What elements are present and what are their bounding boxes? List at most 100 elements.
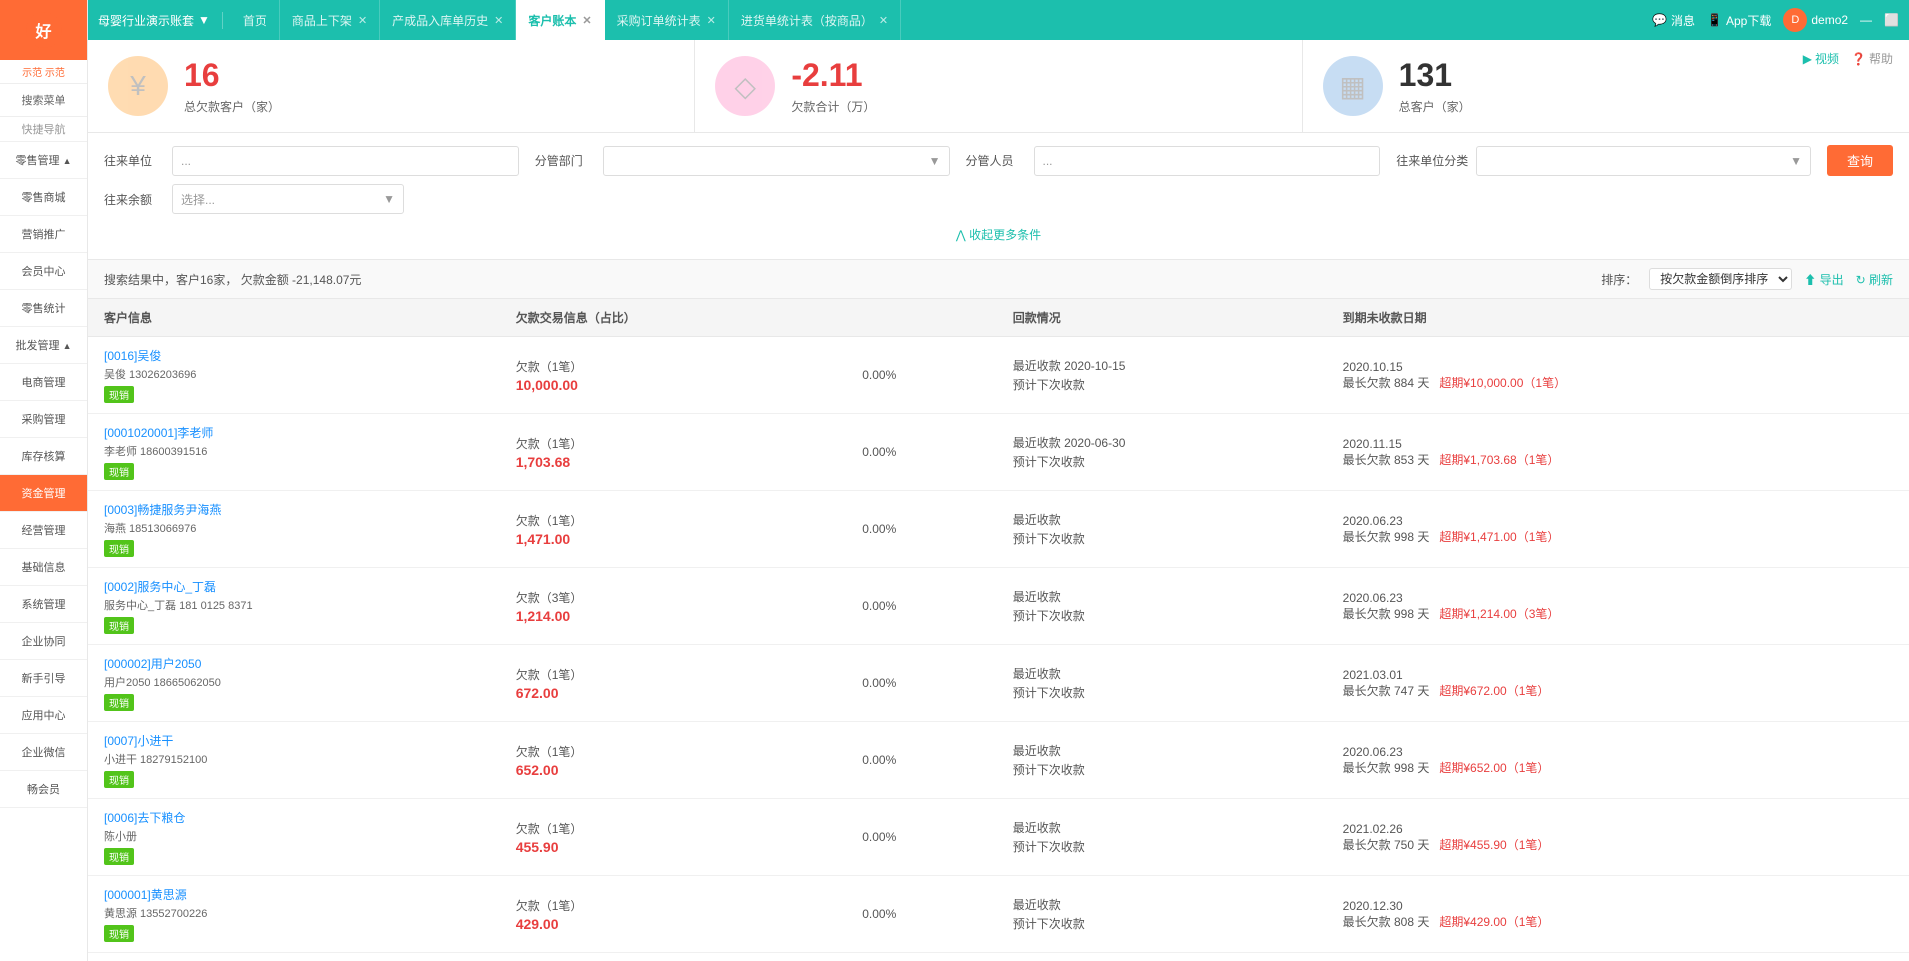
window-minimize[interactable]: —	[1860, 13, 1872, 27]
filter-unit-category-input[interactable]: ▼	[1476, 146, 1811, 176]
customer-name-6[interactable]: [0006]去下粮仓	[104, 809, 484, 826]
debt-amount-3[interactable]: 1,214.00	[516, 608, 831, 624]
customer-name-1[interactable]: [0001020001]李老师	[104, 424, 484, 441]
col-header-percent	[846, 299, 997, 337]
user-avatar[interactable]: D demo2	[1783, 8, 1848, 32]
stat-icon-amount: ◇	[715, 56, 775, 116]
overdue-date-5: 2020.06.23	[1343, 745, 1893, 759]
stat-value-debtors: 16	[184, 57, 280, 94]
message-btn[interactable]: 💬 消息	[1652, 12, 1695, 29]
sidebar-item-finance[interactable]: 资金管理	[0, 475, 87, 512]
badge-xian-3: 现销	[104, 617, 134, 634]
debt-amount-2[interactable]: 1,471.00	[516, 531, 831, 547]
sidebar-item-system[interactable]: 系统管理	[0, 586, 87, 623]
tab-purchase-stats[interactable]: 进货单统计表（按商品） ✕	[729, 0, 901, 40]
overdue-detail-3[interactable]: 超期¥1,214.00（3笔）	[1439, 607, 1559, 621]
customer-name-0[interactable]: [0016]吴俊	[104, 347, 484, 364]
overdue-detail-2[interactable]: 超期¥1,471.00（1笔）	[1439, 530, 1559, 544]
customer-name-4[interactable]: [000002]用户2050	[104, 655, 484, 672]
sidebar-item-enterprise[interactable]: 企业协同	[0, 623, 87, 660]
tab-product-history[interactable]: 产成品入库单历史 ✕	[380, 0, 516, 40]
customer-name-5[interactable]: [0007]小进干	[104, 732, 484, 749]
debt-amount-4[interactable]: 672.00	[516, 685, 831, 701]
tab-close-product-history[interactable]: ✕	[494, 14, 503, 27]
badge-xian-2: 现销	[104, 540, 134, 557]
sidebar-item-marketing[interactable]: 营销推广	[0, 216, 87, 253]
tab-purchase-summary[interactable]: 采购订单统计表 ✕	[605, 0, 729, 40]
refresh-btn[interactable]: ↻ 刷新	[1856, 271, 1893, 288]
sidebar-item-retail-mgmt[interactable]: 零售管理 ▲	[0, 142, 87, 179]
sidebar-item-retail-mall[interactable]: 零售商城	[0, 179, 87, 216]
last-recover-6: 最近收款	[1013, 819, 1311, 836]
cell-recover-4: 最近收款 预计下次收款	[997, 645, 1327, 722]
sidebar-item-newbie[interactable]: 新手引导	[0, 660, 87, 697]
customer-name-3[interactable]: [0002]服务中心_丁磊	[104, 578, 484, 595]
stat-value-amount: -2.11	[791, 57, 875, 94]
filter-from-unit-input[interactable]: ...	[172, 146, 519, 176]
cell-overdue-4: 2021.03.01 最长欠款 747 天 超期¥672.00（1笔）	[1327, 645, 1909, 722]
next-recover-3: 预计下次收款	[1013, 607, 1311, 624]
stat-card-amount: ◇ -2.11 欠款合计（万）	[695, 40, 1302, 132]
filter-dept-input[interactable]: ▼	[603, 146, 950, 176]
next-recover-5: 预计下次收款	[1013, 761, 1311, 778]
window-maximize[interactable]: ⬜	[1884, 13, 1899, 27]
debt-amount-1[interactable]: 1,703.68	[516, 454, 831, 470]
tab-product-offline[interactable]: 商品上下架 ✕	[280, 0, 380, 40]
overdue-detail-1[interactable]: 超期¥1,703.68（1笔）	[1439, 453, 1559, 467]
debt-count-1: 欠款（1笔）	[516, 435, 831, 452]
sidebar-item-ops-mgmt[interactable]: 经营管理	[0, 512, 87, 549]
tenant-selector[interactable]: 母婴行业演示账套 ▼	[98, 12, 223, 29]
collapse-btn[interactable]: ⋀ 收起更多条件	[104, 222, 1893, 247]
sidebar-item-purchase[interactable]: 采购管理	[0, 401, 87, 438]
sidebar-item-inventory[interactable]: 库存核算	[0, 438, 87, 475]
debt-amount-6[interactable]: 455.90	[516, 839, 831, 855]
video-btn[interactable]: ▶ 视频	[1803, 50, 1839, 67]
sidebar-item-vip-member[interactable]: 畅会员	[0, 771, 87, 808]
tab-home[interactable]: 首页	[231, 0, 280, 40]
cell-percent-7: 0.00%	[846, 876, 997, 953]
tab-close-purchase-summary[interactable]: ✕	[707, 14, 716, 27]
help-btn[interactable]: ❓ 帮助	[1851, 50, 1893, 67]
debt-amount-7[interactable]: 429.00	[516, 916, 831, 932]
cell-recover-0: 最近收款 2020-10-15 预计下次收款	[997, 337, 1327, 414]
filter-balance-input[interactable]: 选择... ▼	[172, 184, 404, 214]
sidebar-item-app-center[interactable]: 应用中心	[0, 697, 87, 734]
cell-customer-4: [000002]用户2050 用户2050 18665062050 现销	[88, 645, 500, 722]
tab-close-product-offline[interactable]: ✕	[358, 14, 367, 27]
debt-amount-5[interactable]: 652.00	[516, 762, 831, 778]
filter-manager-input[interactable]: ...	[1034, 146, 1381, 176]
sort-select[interactable]: 按欠款金额倒序排序	[1649, 268, 1792, 290]
sidebar-item-batch-mgmt[interactable]: 批发管理 ▲	[0, 327, 87, 364]
overdue-detail-6[interactable]: 超期¥455.90（1笔）	[1439, 838, 1549, 852]
sidebar-item-ecommerce[interactable]: 电商管理	[0, 364, 87, 401]
customer-name-2[interactable]: [0003]畅捷服务尹海燕	[104, 501, 484, 518]
tab-customer-account[interactable]: 客户账本 ✕	[516, 0, 604, 40]
overdue-detail-4[interactable]: 超期¥672.00（1笔）	[1439, 684, 1549, 698]
results-summary: 搜索结果中，客户16家， 欠款金额 -21,148.07元	[104, 271, 361, 288]
cell-percent-6: 0.00%	[846, 799, 997, 876]
debt-percent-0: 0.00%	[862, 368, 981, 382]
sidebar-item-retail-stats[interactable]: 零售统计	[0, 290, 87, 327]
customer-phone-1: 李老师 18600391516	[104, 443, 484, 459]
sidebar-item-corp-wechat[interactable]: 企业微信	[0, 734, 87, 771]
data-table-container: 客户信息 欠款交易信息（占比） 回款情况 到期未收款日期 [0016]吴俊 吴俊…	[88, 299, 1909, 961]
sidebar-search[interactable]: 搜索菜单	[0, 84, 87, 117]
overdue-detail-0[interactable]: 超期¥10,000.00（1笔）	[1439, 376, 1566, 390]
tab-close-customer-account[interactable]: ✕	[582, 14, 591, 27]
app-download-btn[interactable]: 📱 App下载	[1707, 12, 1771, 29]
debt-percent-5: 0.00%	[862, 753, 981, 767]
next-recover-2: 预计下次收款	[1013, 530, 1311, 547]
cell-debt-5: 欠款（1笔） 652.00	[500, 722, 847, 799]
overdue-days-1: 最长欠款 853 天 超期¥1,703.68（1笔）	[1343, 451, 1893, 468]
customer-phone-3: 服务中心_丁磊 181 0125 8371	[104, 597, 484, 613]
overdue-detail-7[interactable]: 超期¥429.00（1笔）	[1439, 915, 1549, 929]
debt-amount-0[interactable]: 10,000.00	[516, 377, 831, 393]
export-btn[interactable]: ⬆ 导出	[1804, 271, 1843, 288]
sidebar-item-member[interactable]: 会员中心	[0, 253, 87, 290]
tab-close-purchase-stats[interactable]: ✕	[879, 14, 888, 27]
col-header-debt-info: 欠款交易信息（占比）	[500, 299, 847, 337]
overdue-detail-5[interactable]: 超期¥652.00（1笔）	[1439, 761, 1549, 775]
sidebar-item-basic-info[interactable]: 基础信息	[0, 549, 87, 586]
query-button[interactable]: 查询	[1827, 145, 1893, 176]
customer-name-7[interactable]: [000001]黄思源	[104, 886, 484, 903]
